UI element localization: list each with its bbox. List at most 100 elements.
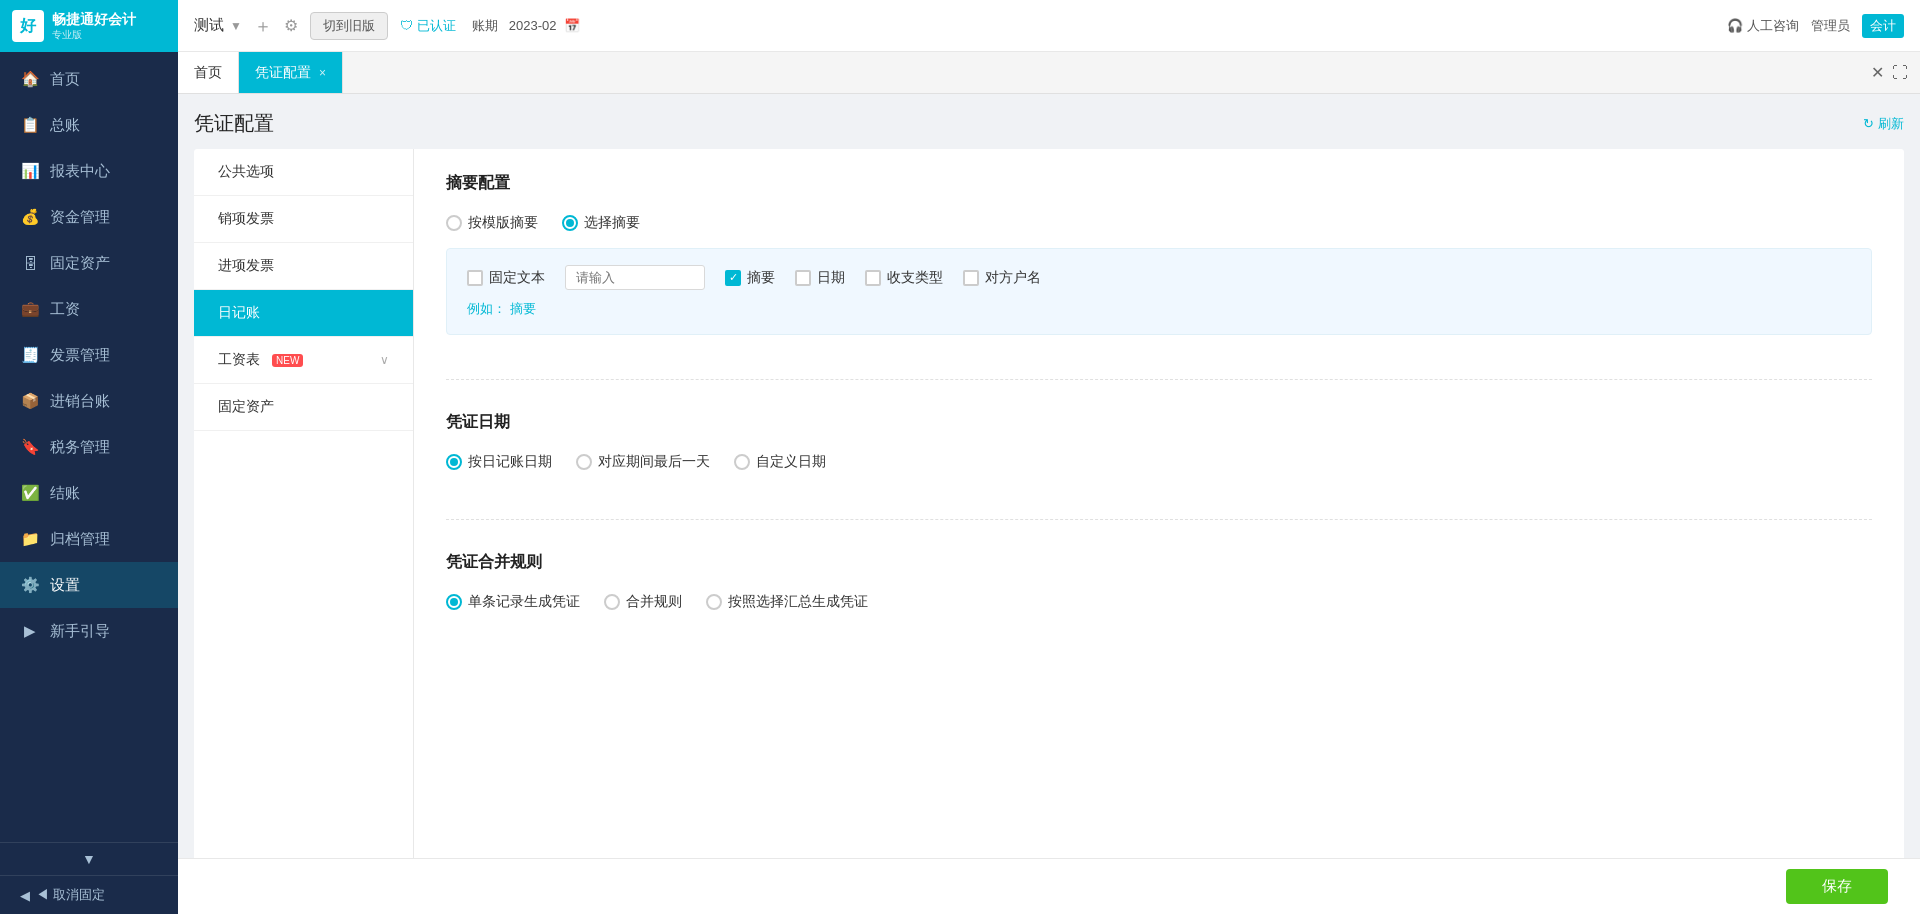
menu-item-fixed-assets[interactable]: 固定资产	[194, 384, 413, 431]
user-label[interactable]: 管理员	[1811, 17, 1850, 35]
radio-period-last-day-label: 对应期间最后一天	[598, 453, 710, 471]
sidebar-item-archive[interactable]: 📁 归档管理	[0, 516, 178, 562]
assets-icon: 🗄	[20, 253, 40, 273]
checkbox-counterparty-label: 对方户名	[985, 269, 1041, 287]
sidebar-label-settings: 设置	[50, 576, 80, 595]
fixed-text-input[interactable]	[565, 265, 705, 290]
radio-aggregate-label: 按照选择汇总生成凭证	[728, 593, 868, 611]
new-badge: NEW	[272, 354, 303, 367]
archive-icon: 📁	[20, 529, 40, 549]
menu-label-public: 公共选项	[218, 163, 274, 181]
header-settings-button[interactable]: ⚙	[284, 16, 298, 35]
close-period-icon: ✅	[20, 483, 40, 503]
sidebar-item-invoice[interactable]: 🧾 发票管理	[0, 332, 178, 378]
radio-period-last-day-circle	[576, 454, 592, 470]
sidebar-item-guide[interactable]: ▶ 新手引导	[0, 608, 178, 654]
sidebar-item-close[interactable]: ✅ 结账	[0, 470, 178, 516]
sidebar-item-report[interactable]: 📊 报表中心	[0, 148, 178, 194]
sidebar-item-tax[interactable]: 🔖 税务管理	[0, 424, 178, 470]
checkbox-summary[interactable]: ✓ 摘要	[725, 269, 775, 287]
radio-period-last-day[interactable]: 对应期间最后一天	[576, 453, 710, 471]
sidebar-label-guide: 新手引导	[50, 622, 110, 641]
checkbox-fixed-text-box	[467, 270, 483, 286]
checkbox-fixed-text[interactable]: 固定文本	[467, 269, 545, 287]
radio-custom-date-label: 自定义日期	[756, 453, 826, 471]
sidebar-item-ledger[interactable]: 📋 总账	[0, 102, 178, 148]
logo-subtitle: 专业版	[52, 28, 136, 42]
add-company-button[interactable]: ＋	[254, 14, 272, 38]
sidebar-item-assets[interactable]: 🗄 固定资产	[0, 240, 178, 286]
old-version-button[interactable]: 切到旧版	[310, 12, 388, 40]
radio-custom-date[interactable]: 自定义日期	[734, 453, 826, 471]
consult-button[interactable]: 🎧 人工咨询	[1727, 17, 1799, 35]
refresh-button[interactable]: ↻ 刷新	[1863, 115, 1904, 133]
headset-icon: 🎧	[1727, 18, 1743, 33]
tab-voucher-config[interactable]: 凭证配置 ×	[239, 52, 343, 93]
save-button[interactable]: 保存	[1786, 869, 1888, 904]
radio-single-record-circle	[446, 594, 462, 610]
tabs-actions: ✕ ⛶	[1859, 52, 1920, 93]
radio-template-summary[interactable]: 按模版摘要	[446, 214, 538, 232]
fullscreen-button[interactable]: ⛶	[1892, 64, 1908, 82]
settings-icon: ⚙️	[20, 575, 40, 595]
sales-icon: 📦	[20, 391, 40, 411]
radio-template-label: 按模版摘要	[468, 214, 538, 232]
certified-label: 已认证	[417, 17, 456, 35]
sidebar-item-salary[interactable]: 💼 工资	[0, 286, 178, 332]
sidebar-label-close: 结账	[50, 484, 80, 503]
radio-journal-date[interactable]: 按日记账日期	[446, 453, 552, 471]
radio-merge-rule-circle	[604, 594, 620, 610]
radio-merge-rule[interactable]: 合并规则	[604, 593, 682, 611]
close-tab-button[interactable]: ✕	[1871, 63, 1884, 82]
menu-item-purchase-invoice[interactable]: 进项发票	[194, 243, 413, 290]
sidebar-logo: 好 畅捷通好会计 专业版	[0, 0, 178, 52]
merge-section: 凭证合并规则 单条记录生成凭证 合并规则 按照选择汇总生成凭证	[446, 552, 1872, 659]
menu-item-journal[interactable]: 日记账	[194, 290, 413, 337]
radio-merge-rule-label: 合并规则	[626, 593, 682, 611]
refresh-label: 刷新	[1878, 115, 1904, 133]
radio-custom-date-circle	[734, 454, 750, 470]
sidebar: 好 畅捷通好会计 专业版 🏠 首页 📋 总账 📊 报表中心 💰 资金管理 🗄 固…	[0, 0, 178, 914]
sidebar-item-home[interactable]: 🏠 首页	[0, 56, 178, 102]
merge-radio-group: 单条记录生成凭证 合并规则 按照选择汇总生成凭证	[446, 593, 1872, 611]
ledger-icon: 📋	[20, 115, 40, 135]
role-badge[interactable]: 会计	[1862, 14, 1904, 38]
checkbox-income-type-box	[865, 270, 881, 286]
tab-close-button[interactable]: ×	[319, 66, 326, 80]
checkbox-fixed-text-label: 固定文本	[489, 269, 545, 287]
tab-home[interactable]: 首页	[178, 52, 239, 93]
menu-label-purchase-invoice: 进项发票	[218, 257, 274, 275]
checkbox-date[interactable]: 日期	[795, 269, 845, 287]
sidebar-label-assets: 固定资产	[50, 254, 110, 273]
summary-radio-group: 按模版摘要 选择摘要	[446, 214, 1872, 232]
sidebar-item-funds[interactable]: 💰 资金管理	[0, 194, 178, 240]
checkbox-income-type[interactable]: 收支类型	[865, 269, 943, 287]
sidebar-nav: 🏠 首页 📋 总账 📊 报表中心 💰 资金管理 🗄 固定资产 💼 工资 🧾 发票…	[0, 52, 178, 842]
sidebar-item-settings[interactable]: ⚙️ 设置	[0, 562, 178, 608]
certified-badge: 🛡 已认证	[400, 17, 456, 35]
menu-item-payroll[interactable]: 工资表 NEW ∨	[194, 337, 413, 384]
radio-journal-date-label: 按日记账日期	[468, 453, 552, 471]
unpin-button[interactable]: ◀ ◀ 取消固定	[0, 875, 178, 914]
pin-icon: ◀	[20, 888, 30, 903]
radio-single-record[interactable]: 单条记录生成凭证	[446, 593, 580, 611]
radio-select-summary[interactable]: 选择摘要	[562, 214, 640, 232]
tax-icon: 🔖	[20, 437, 40, 457]
sidebar-item-sales[interactable]: 📦 进销台账	[0, 378, 178, 424]
main-layout: 凭证配置 ↻ 刷新 公共选项 销项发票 进项发票 日记账	[178, 94, 1920, 914]
logo-title: 畅捷通好会计	[52, 10, 136, 28]
page-header: 凭证配置 ↻ 刷新	[194, 110, 1904, 137]
invoice-icon: 🧾	[20, 345, 40, 365]
checkbox-counterparty-box	[963, 270, 979, 286]
checkbox-summary-label: 摘要	[747, 269, 775, 287]
company-selector[interactable]: 测试 ▼	[194, 16, 242, 35]
sidebar-label-salary: 工资	[50, 300, 80, 319]
menu-item-sales-invoice[interactable]: 销项发票	[194, 196, 413, 243]
sidebar-scroll-down[interactable]: ▼	[0, 842, 178, 875]
menu-item-public[interactable]: 公共选项	[194, 149, 413, 196]
checkbox-counterparty[interactable]: 对方户名	[963, 269, 1041, 287]
tab-home-label: 首页	[194, 64, 222, 82]
menu-label-sales-invoice: 销项发票	[218, 210, 274, 228]
radio-select-label: 选择摘要	[584, 214, 640, 232]
radio-aggregate[interactable]: 按照选择汇总生成凭证	[706, 593, 868, 611]
